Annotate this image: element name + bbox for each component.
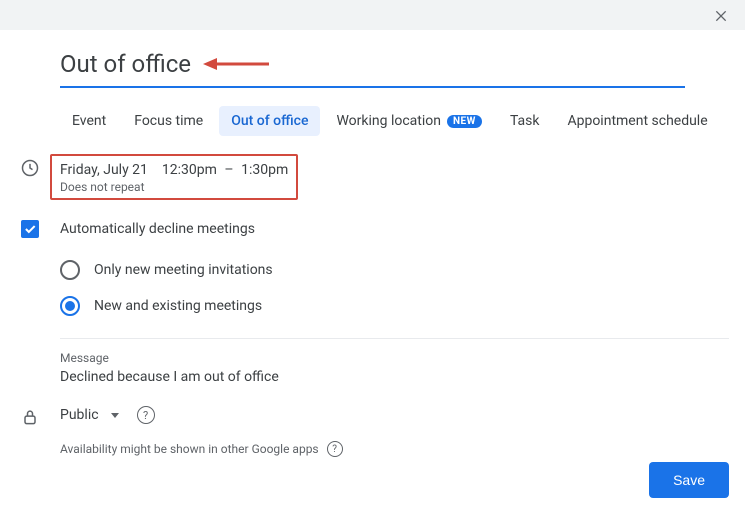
recurrence-value[interactable]: Does not repeat xyxy=(60,180,288,194)
start-time: 12:30pm xyxy=(162,162,217,178)
hint-text: Availability might be shown in other Goo… xyxy=(60,442,319,456)
help-icon[interactable]: ? xyxy=(327,441,343,457)
new-badge: NEW xyxy=(447,115,482,128)
decline-options: Only new meeting invitations New and exi… xyxy=(0,252,745,324)
visibility-dropdown[interactable]: Public ? xyxy=(60,406,155,424)
availability-hint: Availability might be shown in other Goo… xyxy=(60,441,745,457)
tab-task[interactable]: Task xyxy=(498,106,552,136)
auto-decline-label: Automatically decline meetings xyxy=(60,221,255,237)
visibility-row: Public ? xyxy=(0,403,745,427)
tab-out-of-office[interactable]: Out of office xyxy=(219,106,320,136)
help-icon[interactable]: ? xyxy=(137,406,155,424)
visibility-value: Public xyxy=(60,407,99,423)
tab-label: Task xyxy=(510,113,540,129)
decline-message-block[interactable]: Message Declined because I am out of off… xyxy=(60,351,729,385)
radio-icon xyxy=(60,260,80,280)
tab-working-location[interactable]: Working location NEW xyxy=(324,106,493,136)
tab-label: Working location xyxy=(336,113,441,129)
check-icon xyxy=(23,222,37,236)
time-highlight-box: Friday, July 21 12:30pm – 1:30pm Does no… xyxy=(50,154,298,200)
divider xyxy=(60,338,729,339)
lock-icon xyxy=(0,403,60,427)
message-value: Declined because I am out of office xyxy=(60,369,729,385)
save-button[interactable]: Save xyxy=(649,462,729,498)
event-type-tabs: Event Focus time Out of office Working l… xyxy=(60,106,745,136)
close-icon xyxy=(713,8,729,24)
tab-label: Appointment schedule xyxy=(567,113,707,129)
tab-event[interactable]: Event xyxy=(60,106,118,136)
tab-appointment-schedule[interactable]: Appointment schedule xyxy=(555,106,719,136)
event-title: Out of office xyxy=(60,50,191,78)
tab-label: Out of office xyxy=(231,113,308,129)
tab-focus-time[interactable]: Focus time xyxy=(122,106,215,136)
close-button[interactable] xyxy=(711,6,731,26)
auto-decline-row: Automatically decline meetings xyxy=(0,220,745,238)
time-row: Friday, July 21 12:30pm – 1:30pm Does no… xyxy=(0,154,745,200)
tab-label: Focus time xyxy=(134,113,203,129)
radio-label: New and existing meetings xyxy=(94,298,262,314)
radio-label: Only new meeting invitations xyxy=(94,262,273,278)
annotation-arrow xyxy=(203,55,269,73)
date-value: Friday, July 21 xyxy=(60,162,148,178)
chevron-down-icon xyxy=(111,413,119,418)
radio-only-new[interactable]: Only new meeting invitations xyxy=(60,252,745,288)
radio-icon-selected xyxy=(60,296,80,316)
radio-new-and-existing[interactable]: New and existing meetings xyxy=(60,288,745,324)
tab-label: Event xyxy=(72,113,106,129)
message-label: Message xyxy=(60,351,729,365)
save-label: Save xyxy=(673,472,705,488)
time-picker[interactable]: Friday, July 21 12:30pm – 1:30pm xyxy=(60,162,288,178)
title-field[interactable]: Out of office xyxy=(60,50,685,88)
end-time: 1:30pm xyxy=(241,162,288,178)
time-dash: – xyxy=(224,162,233,178)
dialog-header-band xyxy=(0,0,745,30)
auto-decline-checkbox[interactable] xyxy=(21,220,39,238)
